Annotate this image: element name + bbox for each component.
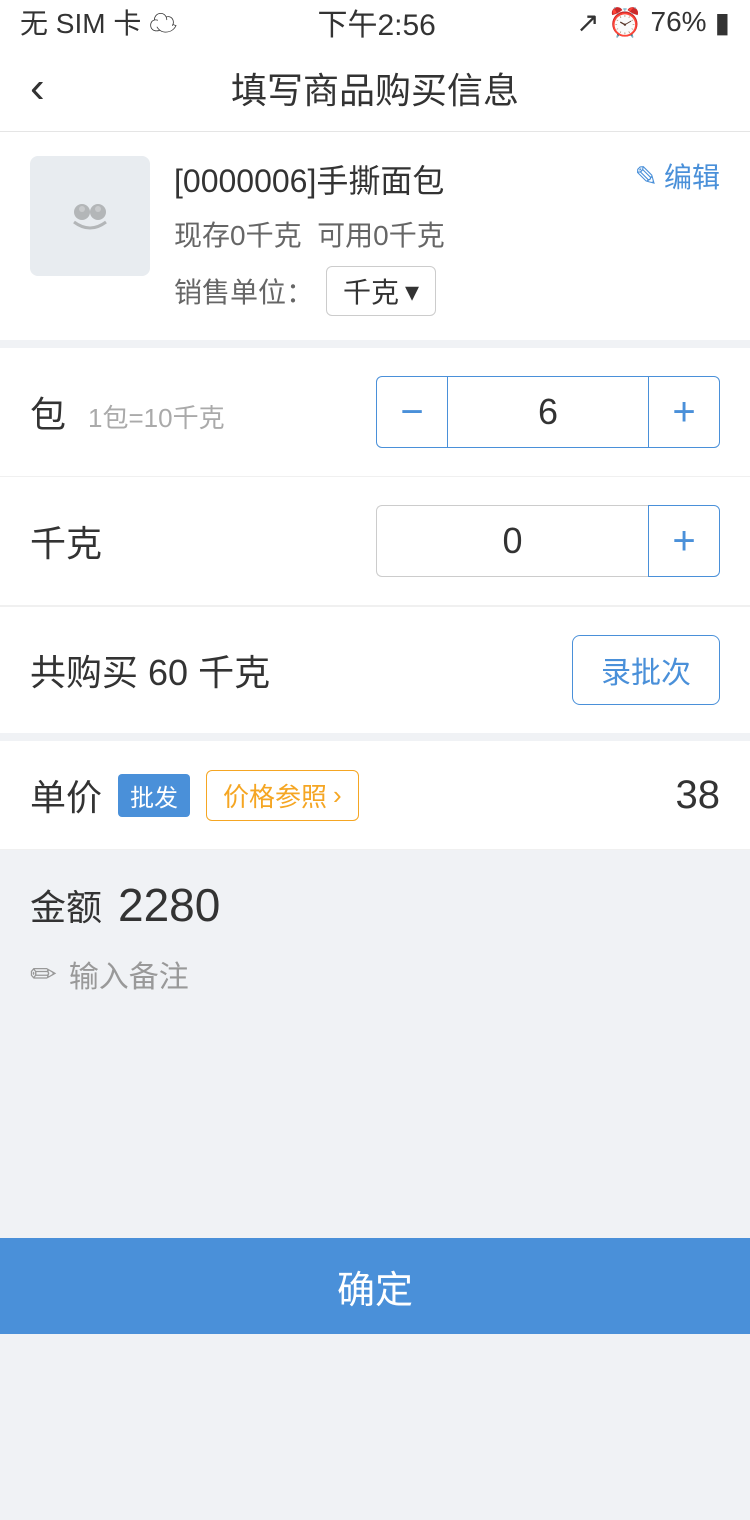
- price-label: 单价: [30, 769, 102, 821]
- edit-icon: ✎: [635, 160, 658, 193]
- price-reference-button[interactable]: 价格参照 ›: [206, 770, 359, 821]
- battery-text: 76%: [651, 6, 707, 38]
- bao-input-row: 包 1包=10千克 − +: [0, 348, 750, 477]
- product-stock: 现存0千克 可用0千克: [174, 214, 720, 254]
- bao-hint: 1包=10千克: [88, 403, 225, 433]
- status-time: 下午2:56: [317, 0, 435, 44]
- amount-row: 金额 2280: [30, 878, 720, 932]
- back-button[interactable]: ‹: [30, 66, 45, 110]
- sim-label: 无 SIM 卡 ☁: [20, 2, 177, 42]
- status-left: 无 SIM 卡 ☁: [20, 2, 177, 42]
- page-title: 填写商品购买信息: [231, 62, 519, 114]
- note-row[interactable]: ✏ 输入备注: [30, 952, 720, 996]
- pifa-tag: 批发: [118, 774, 190, 817]
- edit-button[interactable]: ✎ 编辑: [635, 156, 720, 196]
- status-bar: 无 SIM 卡 ☁ 下午2:56 ↗ ⏰ 76% ▮: [0, 0, 750, 44]
- battery-icon: ▮: [715, 6, 730, 39]
- product-card: [0000006]手撕面包 ✎ 编辑 现存0千克 可用0千克 销售单位： 千克 …: [0, 132, 750, 348]
- nav-bar: ‹ 填写商品购买信息: [0, 44, 750, 132]
- amount-value: 2280: [118, 878, 220, 932]
- qianke-label: 千克: [30, 515, 376, 567]
- bao-input-section: 包 1包=10千克 − + 千克 +: [0, 348, 750, 606]
- bao-label: 包 1包=10千克: [30, 386, 376, 438]
- qianke-input-controls: +: [376, 505, 720, 577]
- price-reference-label: 价格参照: [223, 777, 327, 814]
- status-right: ↗ ⏰ 76% ▮: [576, 6, 730, 39]
- product-unit-row: 销售单位： 千克 ▾: [174, 266, 720, 316]
- bao-input-controls: − +: [376, 376, 720, 448]
- alarm-icon: ⏰: [608, 6, 643, 39]
- note-label: 输入备注: [69, 952, 189, 996]
- unit-value: 千克: [343, 271, 399, 311]
- product-logo-icon: [60, 186, 120, 246]
- confirm-button[interactable]: 确定: [0, 1238, 750, 1334]
- batch-button[interactable]: 录批次: [572, 635, 720, 705]
- qianke-input[interactable]: [376, 505, 648, 577]
- amount-section: 金额 2280 ✏ 输入备注: [0, 850, 750, 1024]
- reference-arrow-icon: ›: [333, 780, 342, 811]
- summary-text: 共购买 60 千克: [30, 644, 270, 696]
- product-info: [0000006]手撕面包 ✎ 编辑 现存0千克 可用0千克 销售单位： 千克 …: [174, 156, 720, 316]
- spacer: [0, 1024, 750, 1424]
- bao-input[interactable]: [448, 376, 648, 448]
- dropdown-arrow-icon: ▾: [405, 275, 419, 308]
- unit-select[interactable]: 千克 ▾: [326, 266, 436, 316]
- signal-icon: ↗: [576, 6, 599, 39]
- bao-plus-button[interactable]: +: [648, 376, 720, 448]
- price-value: 38: [676, 773, 721, 818]
- product-top-row: [0000006]手撕面包 ✎ 编辑: [174, 156, 720, 214]
- summary-row: 共购买 60 千克 录批次: [0, 606, 750, 741]
- edit-label: 编辑: [664, 156, 720, 196]
- amount-label: 金额: [30, 879, 102, 931]
- product-thumbnail: [30, 156, 150, 276]
- unit-label: 销售单位：: [174, 271, 314, 311]
- price-section: 单价 批发 价格参照 › 38: [0, 741, 750, 850]
- qianke-plus-button[interactable]: +: [648, 505, 720, 577]
- product-name: [0000006]手撕面包: [174, 156, 444, 202]
- pencil-icon: ✏: [30, 955, 57, 993]
- qianke-input-row: 千克 +: [0, 477, 750, 606]
- price-left: 单价 批发 价格参照 ›: [30, 769, 359, 821]
- bao-minus-button[interactable]: −: [376, 376, 448, 448]
